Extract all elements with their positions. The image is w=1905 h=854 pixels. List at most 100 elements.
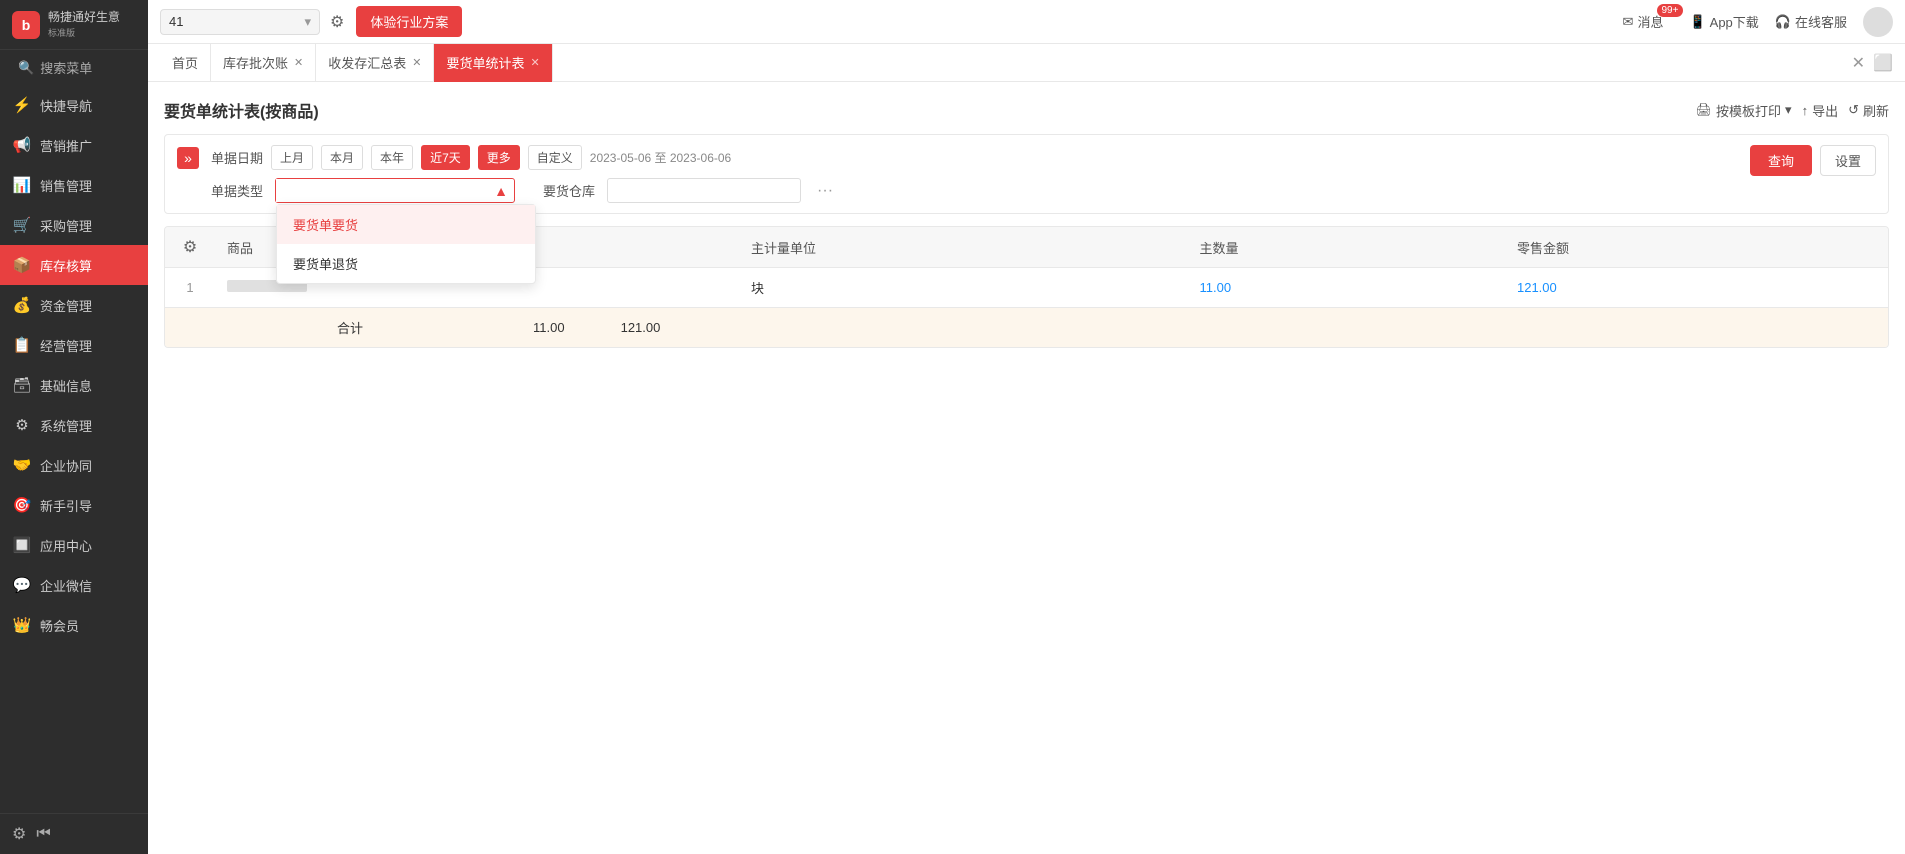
sidebar-item-quick-nav[interactable]: ⚡ 快捷导航	[0, 85, 148, 125]
col-amount: 零售金额	[1505, 227, 1888, 268]
user-avatar[interactable]	[1863, 7, 1893, 37]
sidebar-item-label: 快捷导航	[40, 96, 136, 115]
sidebar-item-sales[interactable]: 📊 销售管理	[0, 165, 148, 205]
wechat-icon: 💬	[12, 575, 32, 595]
date-btn-up-month[interactable]: 上月	[271, 145, 313, 170]
tab-maximize-icon[interactable]: ⬜	[1873, 53, 1893, 73]
footer-total-label: 合计	[337, 318, 363, 337]
sidebar-search[interactable]: 🔍 搜索菜单	[0, 50, 148, 85]
company-chevron-icon: ▾	[304, 14, 311, 30]
date-btn-more[interactable]: 更多	[478, 145, 520, 170]
sidebar-item-finance[interactable]: 💰 资金管理	[0, 285, 148, 325]
warehouse-filter-input[interactable]	[607, 178, 801, 203]
sidebar-item-purchase[interactable]: 🛒 采购管理	[0, 205, 148, 245]
tab-home[interactable]: 首页	[160, 44, 211, 82]
tab-income-close-icon[interactable]: ✕	[412, 56, 421, 69]
sidebar-item-enterprise[interactable]: 🤝 企业协同	[0, 445, 148, 485]
app-version: 标准版	[48, 26, 120, 39]
company-selector[interactable]: 41 ▾	[160, 9, 320, 35]
sidebar-item-label: 采购管理	[40, 216, 136, 235]
tab-window-buttons: ✕ ⬜	[1852, 53, 1893, 73]
warehouse-filter-label: 要货仓库	[543, 181, 595, 200]
tab-close-window-icon[interactable]: ✕	[1852, 53, 1865, 73]
sidebar-item-newbie[interactable]: 🎯 新手引导	[0, 485, 148, 525]
trial-button[interactable]: 体验行业方案	[356, 6, 462, 37]
col-settings: ⚙	[165, 227, 215, 268]
tab-order-stats[interactable]: 要货单统计表 ✕	[434, 44, 552, 82]
date-btn-current-month[interactable]: 本月	[321, 145, 363, 170]
type-dropdown-chevron-icon[interactable]: ▲	[488, 183, 514, 199]
app-download-label: App下载	[1710, 12, 1759, 31]
service-icon: 🎧	[1775, 14, 1791, 30]
sidebar-item-apps[interactable]: 🔲 应用中心	[0, 525, 148, 565]
sidebar-item-label: 应用中心	[40, 536, 136, 555]
qty-link[interactable]: 11.00	[1199, 280, 1231, 295]
export-icon: ↑	[1802, 103, 1809, 118]
date-btn-custom[interactable]: 自定义	[528, 145, 582, 170]
search-icon: 🔍	[18, 60, 34, 76]
date-btn-current-year[interactable]: 本年	[371, 145, 413, 170]
sidebar-item-label: 系统管理	[40, 416, 136, 435]
setup-button[interactable]: 设置	[1820, 145, 1876, 176]
tab-income-summary[interactable]: 收发存汇总表 ✕	[316, 44, 434, 82]
sidebar-item-wechat[interactable]: 💬 企业微信	[0, 565, 148, 605]
sidebar-item-member[interactable]: 👑 畅会员	[0, 605, 148, 645]
apps-icon: 🔲	[12, 535, 32, 555]
sidebar-item-system[interactable]: ⚙ 系统管理	[0, 405, 148, 445]
more-filter-icon[interactable]: ···	[813, 182, 837, 200]
header-settings-icon[interactable]: ⚙	[330, 12, 344, 32]
search-label: 搜索菜单	[40, 58, 92, 77]
sidebar-item-label: 企业协同	[40, 456, 136, 475]
page-actions: 🖨 按模板打印 ▾ ↑ 导出 ↺ 刷新	[1696, 101, 1890, 120]
print-chevron-icon: ▾	[1785, 102, 1792, 118]
sidebar-item-marketing[interactable]: 📢 营销推广	[0, 125, 148, 165]
sidebar-settings-icon[interactable]: ⚙	[12, 824, 26, 844]
sidebar-bottom: ⚙ ⏮	[0, 813, 148, 854]
sidebar-item-inventory[interactable]: 📦 库存核算	[0, 245, 148, 285]
top-header: 41 ▾ ⚙ 体验行业方案 ✉ 消息 99+ 📱 App下载 🎧 在线客服	[148, 0, 1905, 44]
cell-seq: 1	[165, 268, 215, 308]
finance-icon: 💰	[12, 295, 32, 315]
sidebar-toggle-icon[interactable]: ⏮	[36, 825, 50, 843]
app-download-button[interactable]: 📱 App下载	[1689, 12, 1758, 31]
sidebar-item-label: 新手引导	[40, 496, 136, 515]
header-right: ✉ 消息 99+ 📱 App下载 🎧 在线客服	[1623, 7, 1893, 37]
filter-content: 单据日期 上月 本月 本年 近7天 更多 自定义 2023-05-06 至 20…	[211, 145, 1876, 203]
type-dropdown-menu: 要货单要货 要货单退货	[276, 204, 536, 284]
message-button[interactable]: ✉ 消息 99+	[1623, 12, 1674, 31]
date-btn-last7days[interactable]: 近7天	[421, 145, 470, 170]
cell-amount: 121.00	[1505, 268, 1888, 308]
filter-date-row: 单据日期 上月 本月 本年 近7天 更多 自定义 2023-05-06 至 20…	[211, 145, 837, 170]
sidebar-item-label: 基础信息	[40, 376, 136, 395]
tab-batch-account[interactable]: 库存批次账 ✕	[211, 44, 316, 82]
sidebar-item-basic[interactable]: 🗃 基础信息	[0, 365, 148, 405]
sidebar-item-label: 营销推广	[40, 136, 136, 155]
refresh-icon: ↺	[1848, 102, 1859, 118]
sidebar: b 畅捷通好生意 标准版 🔍 搜索菜单 ⚡ 快捷导航 📢 营销推广 📊 销售管理…	[0, 0, 148, 854]
logo-text-block: 畅捷通好生意 标准版	[48, 10, 120, 39]
query-button[interactable]: 查询	[1750, 145, 1812, 176]
date-filter-label: 单据日期	[211, 148, 263, 167]
sidebar-item-label: 企业微信	[40, 576, 136, 595]
export-button[interactable]: ↑ 导出	[1802, 101, 1839, 120]
filter-expand-button[interactable]: »	[177, 147, 199, 169]
tab-home-label: 首页	[172, 53, 198, 72]
dropdown-item-order-request[interactable]: 要货单要货	[277, 205, 535, 244]
sidebar-item-operations[interactable]: 📋 经营管理	[0, 325, 148, 365]
dropdown-item-order-return[interactable]: 要货单退货	[277, 244, 535, 283]
inventory-icon: 📦	[12, 255, 32, 275]
refresh-button[interactable]: ↺ 刷新	[1848, 101, 1889, 120]
sidebar-logo: b 畅捷通好生意 标准版	[0, 0, 148, 50]
sales-icon: 📊	[12, 175, 32, 195]
type-filter-input[interactable]	[276, 179, 488, 202]
amount-link[interactable]: 121.00	[1517, 280, 1557, 295]
tab-batch-close-icon[interactable]: ✕	[294, 56, 303, 69]
date-range-display: 2023-05-06 至 2023-06-06	[590, 149, 731, 166]
newbie-icon: 🎯	[12, 495, 32, 515]
tab-order-close-icon[interactable]: ✕	[531, 56, 540, 69]
company-name: 41	[169, 14, 183, 29]
column-settings-icon[interactable]: ⚙	[183, 239, 197, 256]
online-service-button[interactable]: 🎧 在线客服	[1775, 12, 1847, 31]
sidebar-item-label: 畅会员	[40, 616, 136, 635]
print-button[interactable]: 🖨 按模板打印 ▾	[1696, 101, 1792, 120]
